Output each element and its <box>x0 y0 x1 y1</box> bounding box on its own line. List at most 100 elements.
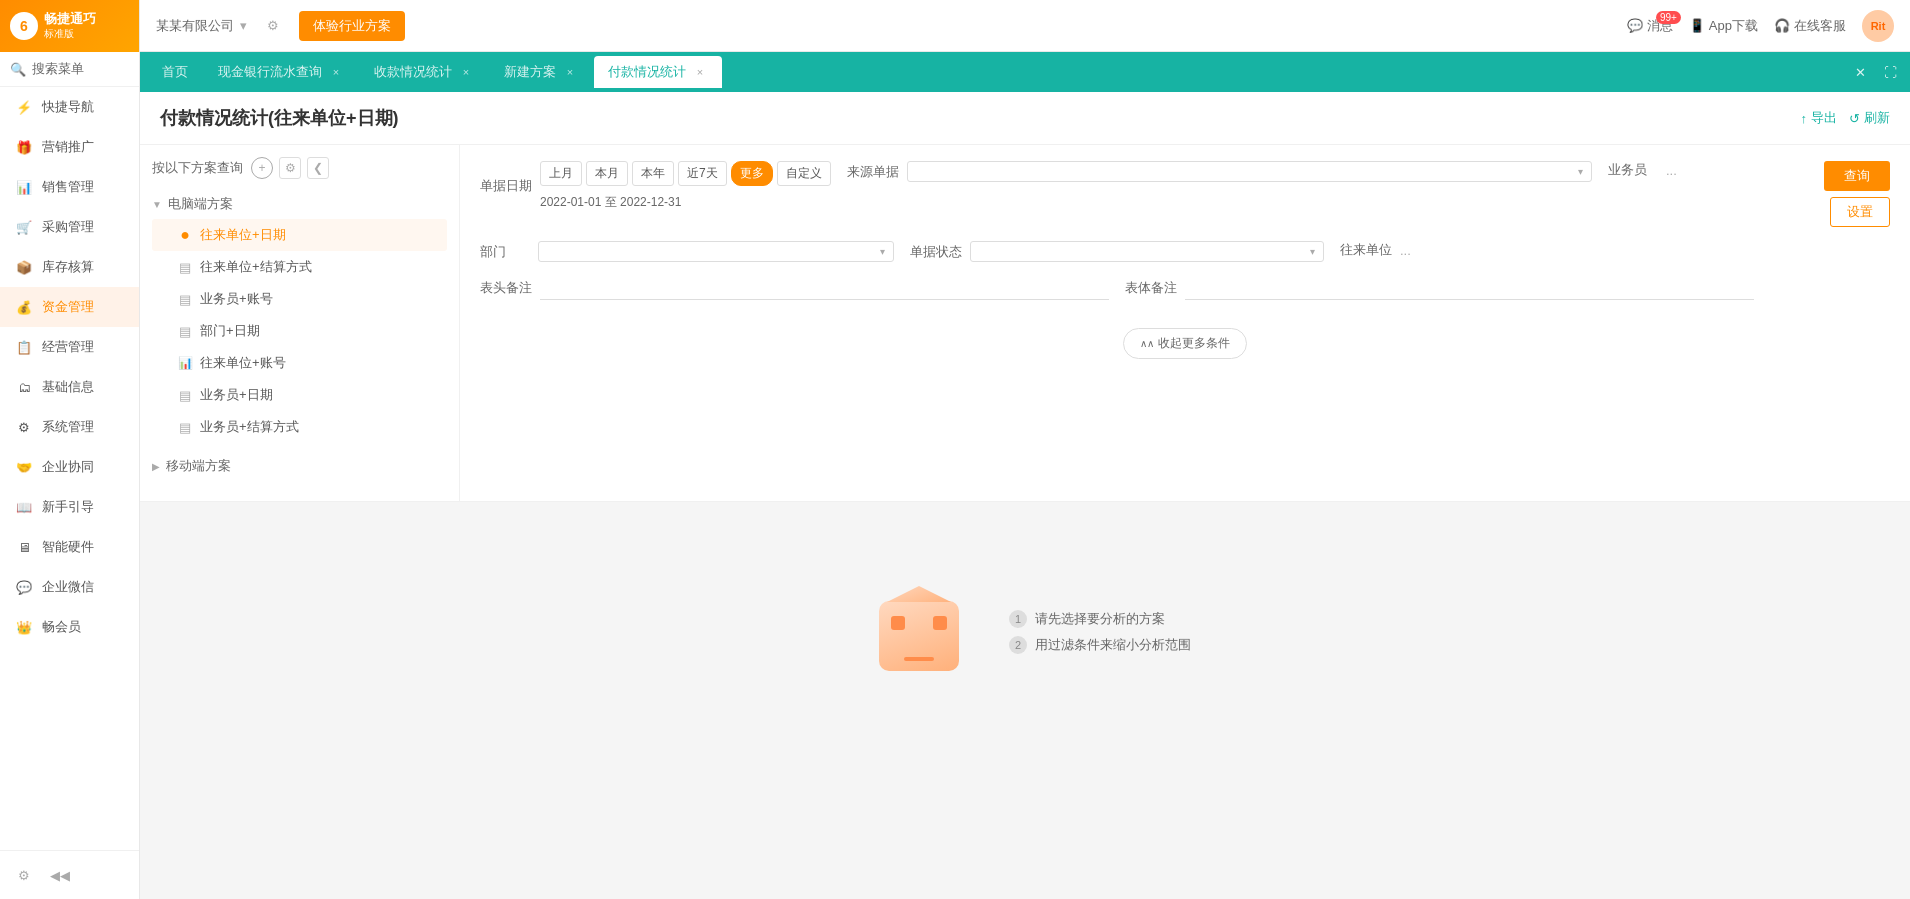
sidebar-item-purchase[interactable]: 🛒 采购管理 <box>0 207 139 247</box>
tab-payments-close[interactable]: × <box>692 64 708 80</box>
scheme-item-salesperson-date[interactable]: ▤ 业务员+日期 <box>152 379 447 411</box>
sidebar-item-guide[interactable]: 📖 新手引导 <box>0 487 139 527</box>
topbar-gear-button[interactable]: ⚙ <box>259 12 287 40</box>
scheme-group-mobile-title[interactable]: ▶ 移动端方案 <box>152 451 447 481</box>
filter-field-partner: 往来单位 ... <box>1340 241 1754 259</box>
refresh-icon: ↺ <box>1849 111 1860 126</box>
scheme-item-partner-date[interactable]: ● 往来单位+日期 <box>152 219 447 251</box>
scheme-item-salesperson-account[interactable]: ▤ 业务员+账号 <box>152 283 447 315</box>
source-select[interactable]: ▾ <box>907 161 1592 182</box>
query-button[interactable]: 查询 <box>1824 161 1890 191</box>
tab-cashflow[interactable]: 现金银行流水查询 × <box>204 56 358 88</box>
service-icon: 🎧 <box>1774 18 1790 33</box>
scheme-add-button[interactable]: + <box>251 157 273 179</box>
scheme-item-dept-date[interactable]: ▤ 部门+日期 <box>152 315 447 347</box>
date-btn-more[interactable]: 更多 <box>731 161 773 186</box>
settings-button[interactable]: 设置 <box>1830 197 1890 227</box>
filter-field-header-note: 表头备注 <box>480 276 1109 300</box>
refresh-button[interactable]: ↺ 刷新 <box>1849 109 1890 127</box>
date-btn-custom[interactable]: 自定义 <box>777 161 831 186</box>
sidebar-item-operation[interactable]: 📋 经营管理 <box>0 327 139 367</box>
body-note-input[interactable] <box>1185 276 1754 300</box>
filter-action-buttons: 查询 设置 <box>1824 161 1890 227</box>
app-download-button[interactable]: 📱 App下载 <box>1689 17 1758 35</box>
sidebar-item-sales[interactable]: 📊 销售管理 <box>0 167 139 207</box>
sidebar-item-inventory[interactable]: 📦 库存核算 <box>0 247 139 287</box>
tab-new-scheme-label: 新建方案 <box>504 63 556 81</box>
message-badge: 99+ <box>1656 11 1681 24</box>
scheme-settings-button[interactable]: ⚙ <box>279 157 301 179</box>
sidebar-item-marketing[interactable]: 🎁 营销推广 <box>0 127 139 167</box>
sidebar-item-member[interactable]: 👑 畅会员 <box>0 607 139 647</box>
main-area: 某某有限公司 ▾ ⚙ 体验行业方案 💬 消息 99+ 📱 App下载 🎧 在线客… <box>140 0 1910 899</box>
tab-close-all-button[interactable]: ✕ <box>1848 60 1872 84</box>
topbar: 某某有限公司 ▾ ⚙ 体验行业方案 💬 消息 99+ 📱 App下载 🎧 在线客… <box>140 0 1910 52</box>
sidebar-item-label: 销售管理 <box>42 178 94 196</box>
filter-row-3: 表头备注 表体备注 <box>480 276 1890 300</box>
dept-select[interactable]: ▾ <box>538 241 894 262</box>
empty-illustration <box>859 586 979 686</box>
filter-field-source: 来源单据 ▾ <box>847 161 1592 182</box>
purchase-icon: 🛒 <box>14 217 34 237</box>
status-select[interactable]: ▾ <box>970 241 1324 262</box>
sidebar-search-area[interactable]: 🔍 搜索菜单 <box>0 52 139 87</box>
sidebar-settings-button[interactable]: ⚙ <box>10 861 38 889</box>
tab-expand-button[interactable]: ⛶ <box>1878 60 1902 84</box>
scheme-item-salesperson-settlement[interactable]: ▤ 业务员+结算方式 <box>152 411 447 443</box>
tab-receipts-close[interactable]: × <box>458 64 474 80</box>
tab-cashflow-close[interactable]: × <box>328 64 344 80</box>
salesperson-dots[interactable]: ... <box>1666 163 1677 178</box>
tab-payments[interactable]: 付款情况统计 × <box>594 56 722 88</box>
hardware-icon: 🖥 <box>14 537 34 557</box>
tab-new-scheme-close[interactable]: × <box>562 64 578 80</box>
logo-text: 畅捷通巧 <box>44 11 96 27</box>
scheme-collapse-button[interactable]: ❮ <box>307 157 329 179</box>
empty-state: 1 请先选择要分析的方案 2 用过滤条件来缩小分析范围 <box>140 506 1910 766</box>
tab-cashflow-label: 现金银行流水查询 <box>218 63 322 81</box>
tab-new-scheme[interactable]: 新建方案 × <box>490 56 592 88</box>
sidebar-item-hardware[interactable]: 🖥 智能硬件 <box>0 527 139 567</box>
scheme-group-desktop: ▼ 电脑端方案 ● 往来单位+日期 ▤ 往来单位+结算方式 ▤ 业务员+账号 <box>152 189 447 443</box>
company-selector[interactable]: 某某有限公司 ▾ <box>156 17 247 35</box>
scheme-item-partner-settlement[interactable]: ▤ 往来单位+结算方式 <box>152 251 447 283</box>
member-icon: 👑 <box>14 617 34 637</box>
sidebar-item-basic[interactable]: 🗂 基础信息 <box>0 367 139 407</box>
sidebar-item-wechat[interactable]: 💬 企业微信 <box>0 567 139 607</box>
source-dropdown-icon: ▾ <box>1578 166 1583 177</box>
tab-receipts[interactable]: 收款情况统计 × <box>360 56 488 88</box>
partner-dots[interactable]: ... <box>1400 243 1411 258</box>
body-note-label: 表体备注 <box>1125 279 1177 297</box>
scheme-group-desktop-title[interactable]: ▼ 电脑端方案 <box>152 189 447 219</box>
export-label: 导出 <box>1811 109 1837 127</box>
date-btn-this-year[interactable]: 本年 <box>632 161 674 186</box>
partner-label: 往来单位 <box>1340 241 1392 259</box>
filter-field-body-note: 表体备注 <box>1125 276 1754 300</box>
sidebar-item-finance[interactable]: 💰 资金管理 <box>0 287 139 327</box>
scheme-panel-actions: + ⚙ ❮ <box>251 157 329 179</box>
scheme-item-dept-date-label: 部门+日期 <box>200 322 260 340</box>
date-btn-this-month[interactable]: 本月 <box>586 161 628 186</box>
date-btn-7days[interactable]: 近7天 <box>678 161 727 186</box>
user-avatar[interactable]: Rit <box>1862 10 1894 42</box>
scheme-panel-header-text: 按以下方案查询 <box>152 159 243 177</box>
sidebar-item-system[interactable]: ⚙ 系统管理 <box>0 407 139 447</box>
online-service-button[interactable]: 🎧 在线客服 <box>1774 17 1846 35</box>
logo-badge: 标准版 <box>44 27 96 41</box>
trial-button[interactable]: 体验行业方案 <box>299 11 405 41</box>
date-btn-last-month[interactable]: 上月 <box>540 161 582 186</box>
header-note-input[interactable] <box>540 276 1109 300</box>
sidebar-item-collab[interactable]: 🤝 企业协同 <box>0 447 139 487</box>
scheme-item-salesperson-date-label: 业务员+日期 <box>200 386 273 404</box>
page-header: 付款情况统计(往来单位+日期) ↑ 导出 ↺ 刷新 <box>140 92 1910 145</box>
tab-home[interactable]: 首页 <box>148 56 202 88</box>
sidebar-item-quick-nav[interactable]: ⚡ 快捷导航 <box>0 87 139 127</box>
scheme-panel: 按以下方案查询 + ⚙ ❮ <box>140 145 460 501</box>
collapse-filter-button[interactable]: ∧∧ 收起更多条件 <box>1123 328 1247 359</box>
scheme-item-partner-account[interactable]: 📊 往来单位+账号 <box>152 347 447 379</box>
search-menu-button[interactable]: 🔍 搜索菜单 <box>10 60 129 78</box>
export-button[interactable]: ↑ 导出 <box>1801 109 1838 127</box>
company-dropdown-icon: ▾ <box>240 18 247 33</box>
message-button[interactable]: 💬 消息 99+ <box>1627 17 1673 35</box>
sidebar-item-label: 企业协同 <box>42 458 94 476</box>
sidebar-collapse-button[interactable]: ◀◀ <box>46 861 74 889</box>
